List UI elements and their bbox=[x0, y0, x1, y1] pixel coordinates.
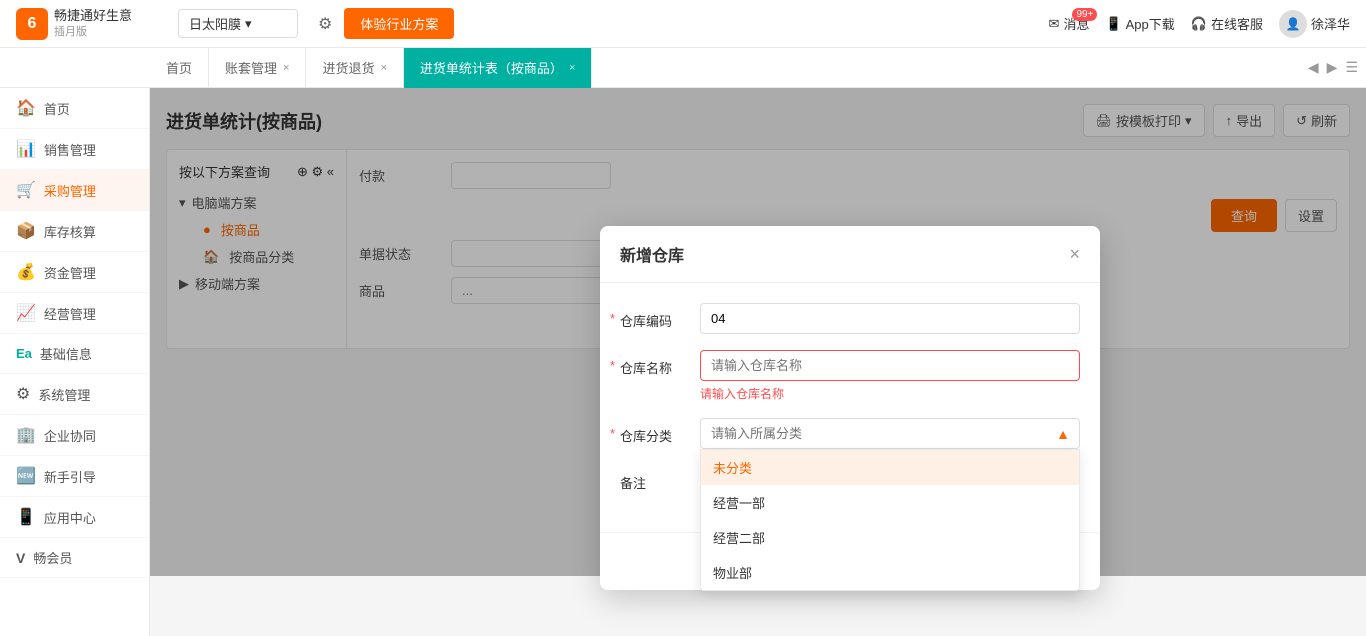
dropdown-item-0[interactable]: 未分类 bbox=[701, 450, 1079, 485]
sidebar-item-system[interactable]: ⚙ 系统管理 bbox=[0, 374, 149, 415]
sidebar-item-member[interactable]: V 畅会员 bbox=[0, 538, 149, 578]
finance-icon: 💰 bbox=[16, 262, 36, 282]
new-warehouse-dialog: 新增仓库 × 仓库编码 仓库名称 请输入仓库名称 bbox=[600, 226, 1100, 590]
tab-home[interactable]: 首页 bbox=[150, 48, 209, 88]
content-area: 进货单统计(按商品) 🖨 按模板打印 ▾ ↑ 导出 ↺ 刷新 bbox=[150, 88, 1366, 636]
category-input-wrap: ▲ bbox=[700, 418, 1080, 449]
tab-menu-icon[interactable]: ☰ bbox=[1345, 59, 1358, 76]
logo-sub: 插月版 bbox=[54, 23, 132, 39]
avatar: 👤 bbox=[1279, 10, 1307, 38]
gear-icon[interactable]: ⚙ bbox=[318, 14, 332, 34]
category-chevron-up-icon[interactable]: ▲ bbox=[1056, 426, 1070, 442]
dropdown-item-2[interactable]: 经营二部 bbox=[701, 520, 1079, 555]
top-header: 6 畅捷通好生意 插月版 日太阳膜 ▾ ⚙ 体验行业方案 ✉ 消息 99+ 📱 … bbox=[0, 0, 1366, 48]
dialog-title: 新增仓库 bbox=[620, 242, 684, 266]
tab-prev-icon[interactable]: ◀ bbox=[1308, 59, 1319, 76]
main-layout: 🏠 首页 📊 销售管理 🛒 采购管理 📦 库存核算 💰 资金管理 📈 经营管理 … bbox=[0, 88, 1366, 636]
tab-close-purchase-stats[interactable]: × bbox=[569, 62, 575, 74]
sidebar-item-enterprise[interactable]: 🏢 企业协同 bbox=[0, 415, 149, 456]
form-row-category: 仓库分类 ▲ 未分类 经营一部 经营二部 物业部 bbox=[620, 418, 1080, 449]
home-icon: 🏠 bbox=[16, 98, 36, 118]
app-center-icon: 📱 bbox=[16, 507, 36, 527]
form-row-name: 仓库名称 请输入仓库名称 bbox=[620, 350, 1080, 402]
sidebar-item-basic-info[interactable]: Ea 基础信息 bbox=[0, 334, 149, 374]
category-control: ▲ 未分类 经营一部 经营二部 物业部 bbox=[700, 418, 1080, 449]
logo-text: 畅捷通好生意 bbox=[54, 8, 132, 24]
tab-controls: ◀ ▶ ☰ bbox=[1308, 59, 1366, 76]
tab-next-icon[interactable]: ▶ bbox=[1327, 59, 1338, 76]
sales-icon: 📊 bbox=[16, 139, 36, 159]
sidebar: 🏠 首页 📊 销售管理 🛒 采购管理 📦 库存核算 💰 资金管理 📈 经营管理 … bbox=[0, 88, 150, 636]
app-download-item[interactable]: 📱 App下载 bbox=[1105, 14, 1174, 33]
sidebar-item-sales[interactable]: 📊 销售管理 bbox=[0, 129, 149, 170]
purchase-icon: 🛒 bbox=[16, 180, 36, 200]
category-label: 仓库分类 bbox=[620, 418, 700, 445]
tab-purchase-stats[interactable]: 进货单统计表（按商品） × bbox=[404, 48, 592, 88]
name-control: 请输入仓库名称 bbox=[700, 350, 1080, 402]
category-dropdown: 未分类 经营一部 经营二部 物业部 bbox=[700, 449, 1080, 591]
sidebar-item-home[interactable]: 🏠 首页 bbox=[0, 88, 149, 129]
guide-icon: 🆕 bbox=[16, 466, 36, 486]
note-label: 备注 bbox=[620, 465, 700, 492]
message-icon-item[interactable]: ✉ 消息 99+ bbox=[1049, 14, 1090, 33]
header-right: ✉ 消息 99+ 📱 App下载 🎧 在线客服 👤 徐泽华 bbox=[1049, 10, 1350, 38]
message-badge: 99+ bbox=[1072, 8, 1097, 21]
name-error-msg: 请输入仓库名称 bbox=[700, 385, 1080, 402]
category-input[interactable] bbox=[700, 418, 1080, 449]
member-icon: V bbox=[16, 550, 25, 566]
logo-icon: 6 bbox=[16, 8, 48, 40]
code-input[interactable] bbox=[700, 303, 1080, 334]
dialog-close-button[interactable]: × bbox=[1069, 244, 1080, 265]
dropdown-item-3[interactable]: 物业部 bbox=[701, 555, 1079, 590]
tab-close-purchase-return[interactable]: × bbox=[380, 62, 386, 74]
operations-icon: 📈 bbox=[16, 303, 36, 323]
inventory-icon: 📦 bbox=[16, 221, 36, 241]
tab-account[interactable]: 账套管理 × bbox=[209, 48, 306, 88]
try-industry-button[interactable]: 体验行业方案 bbox=[344, 8, 454, 39]
name-label: 仓库名称 bbox=[620, 350, 700, 377]
form-row-code: 仓库编码 bbox=[620, 303, 1080, 334]
sidebar-item-guide[interactable]: 🆕 新手引导 bbox=[0, 456, 149, 497]
enterprise-icon: 🏢 bbox=[16, 425, 36, 445]
basic-info-icon: Ea bbox=[16, 346, 32, 361]
online-service-item[interactable]: 🎧 在线客服 bbox=[1191, 14, 1263, 33]
store-selector[interactable]: 日太阳膜 ▾ bbox=[178, 9, 298, 38]
user-avatar-item[interactable]: 👤 徐泽华 bbox=[1279, 10, 1350, 38]
dropdown-item-1[interactable]: 经营一部 bbox=[701, 485, 1079, 520]
tab-bar: 首页 账套管理 × 进货退货 × 进货单统计表（按商品） × ◀ ▶ ☰ bbox=[0, 48, 1366, 88]
sidebar-item-inventory[interactable]: 📦 库存核算 bbox=[0, 211, 149, 252]
sidebar-item-operations[interactable]: 📈 经营管理 bbox=[0, 293, 149, 334]
code-control bbox=[700, 303, 1080, 334]
logo-area: 6 畅捷通好生意 插月版 bbox=[16, 8, 166, 40]
tab-close-account[interactable]: × bbox=[283, 62, 289, 74]
sidebar-item-finance[interactable]: 💰 资金管理 bbox=[0, 252, 149, 293]
dialog-header: 新增仓库 × bbox=[600, 226, 1100, 283]
tab-purchase-return[interactable]: 进货退货 × bbox=[306, 48, 403, 88]
system-icon: ⚙ bbox=[16, 384, 30, 404]
dialog-body: 仓库编码 仓库名称 请输入仓库名称 仓库分类 bbox=[600, 283, 1100, 532]
name-input[interactable] bbox=[700, 350, 1080, 381]
sidebar-item-app-center[interactable]: 📱 应用中心 bbox=[0, 497, 149, 538]
code-label: 仓库编码 bbox=[620, 303, 700, 330]
sidebar-item-purchase[interactable]: 🛒 采购管理 bbox=[0, 170, 149, 211]
